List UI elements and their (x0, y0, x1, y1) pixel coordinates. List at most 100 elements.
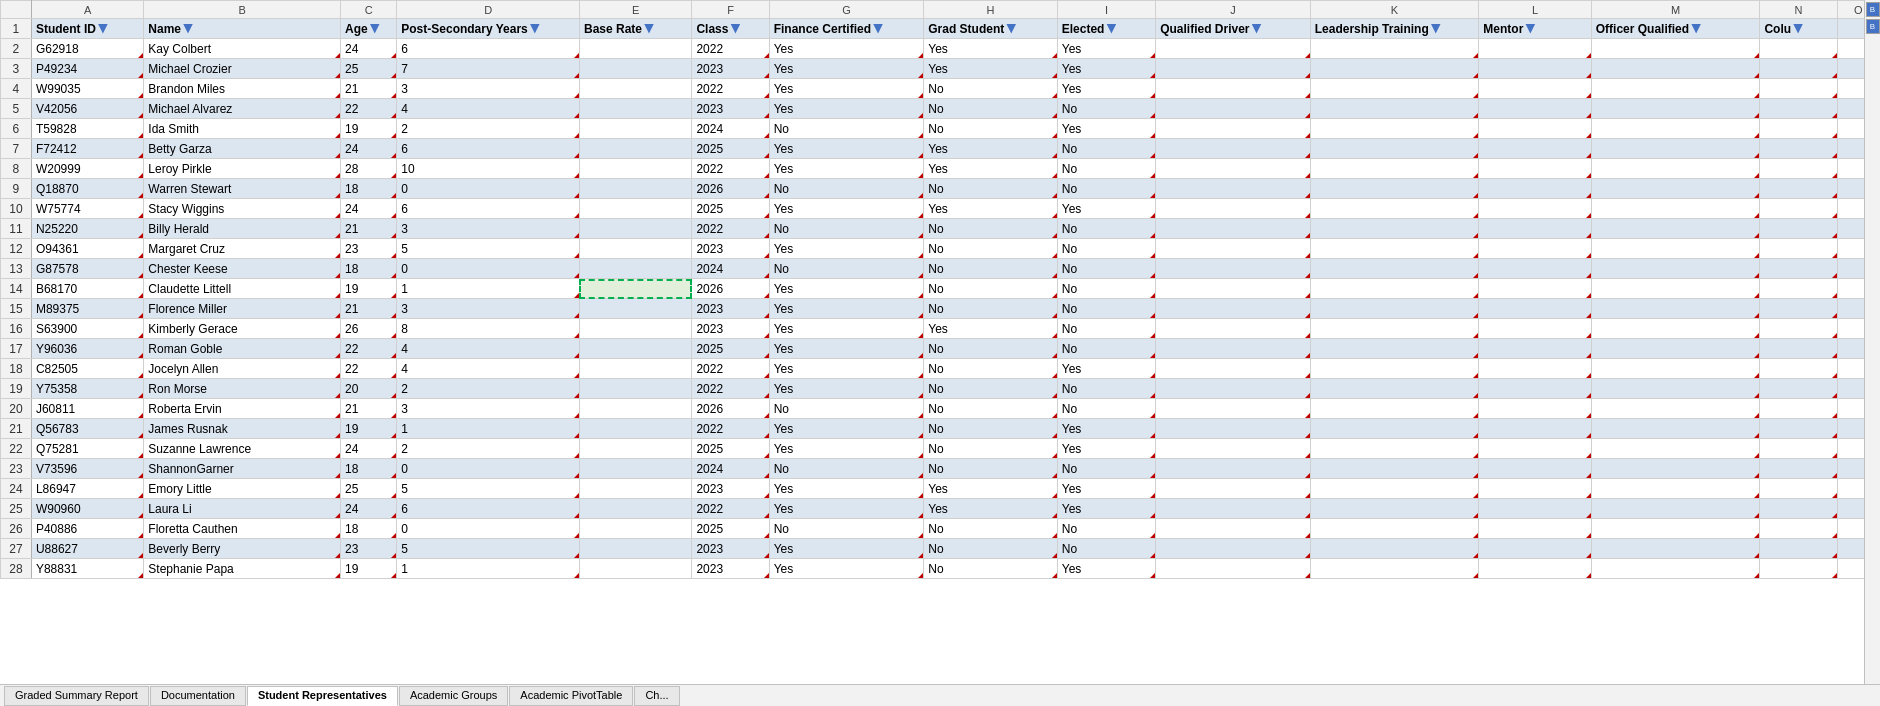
table-cell[interactable] (579, 459, 691, 479)
header-qualified-driver[interactable]: Qualified Driver (1156, 19, 1311, 39)
table-cell[interactable] (1310, 59, 1479, 79)
table-cell[interactable]: 22 (341, 339, 397, 359)
table-cell[interactable] (1156, 119, 1311, 139)
table-cell[interactable] (1156, 39, 1311, 59)
table-cell[interactable] (1310, 219, 1479, 239)
table-cell[interactable]: 2022 (692, 379, 769, 399)
table-cell[interactable] (1591, 199, 1760, 219)
table-cell[interactable]: C82505 (31, 359, 143, 379)
table-cell[interactable]: No (924, 359, 1058, 379)
table-cell[interactable]: 0 (397, 459, 580, 479)
table-cell[interactable]: Yes (769, 199, 924, 219)
tab-academic-pivot[interactable]: Academic PivotTable (509, 686, 633, 706)
tab-graded-summary[interactable]: Graded Summary Report (4, 686, 149, 706)
table-cell[interactable]: 3 (397, 299, 580, 319)
table-row[interactable]: 16S63900Kimberly Gerace2682023YesYesNo (1, 319, 1880, 339)
table-cell[interactable]: Brandon Miles (144, 79, 341, 99)
table-cell[interactable] (1310, 439, 1479, 459)
table-cell[interactable]: S63900 (31, 319, 143, 339)
table-cell[interactable]: Ida Smith (144, 119, 341, 139)
header-base-rate[interactable]: Base Rate (579, 19, 691, 39)
table-cell[interactable] (1591, 379, 1760, 399)
header-officer-qualified[interactable]: Officer Qualified (1591, 19, 1760, 39)
table-cell[interactable] (1310, 239, 1479, 259)
table-cell[interactable]: 2 (397, 439, 580, 459)
table-cell[interactable]: Yes (1057, 479, 1155, 499)
table-cell[interactable] (579, 539, 691, 559)
table-cell[interactable] (1310, 159, 1479, 179)
table-cell[interactable]: 19 (341, 419, 397, 439)
table-row[interactable]: 26P40886Floretta Cauthen1802025NoNoNo (1, 519, 1880, 539)
table-cell[interactable]: 4 (397, 99, 580, 119)
table-cell[interactable] (1310, 299, 1479, 319)
header-student-id[interactable]: Student ID (31, 19, 143, 39)
table-cell[interactable]: Yes (769, 139, 924, 159)
table-cell[interactable]: No (1057, 379, 1155, 399)
table-cell[interactable] (1310, 499, 1479, 519)
table-cell[interactable] (1310, 399, 1479, 419)
table-cell[interactable]: O94361 (31, 239, 143, 259)
table-cell[interactable]: Kay Colbert (144, 39, 341, 59)
table-cell[interactable]: No (769, 259, 924, 279)
table-cell[interactable]: 26 (341, 319, 397, 339)
table-row[interactable]: 14B68170Claudette Littell1912026YesNoNo (1, 279, 1880, 299)
table-cell[interactable]: No (769, 399, 924, 419)
table-cell[interactable] (1310, 279, 1479, 299)
table-cell[interactable] (1591, 239, 1760, 259)
table-cell[interactable] (1479, 139, 1591, 159)
table-cell[interactable] (1479, 259, 1591, 279)
table-cell[interactable] (1156, 479, 1311, 499)
table-row[interactable]: 28Y88831Stephanie Papa1912023YesNoYes (1, 559, 1880, 579)
table-cell[interactable]: 18 (341, 459, 397, 479)
table-cell[interactable]: Yes (769, 299, 924, 319)
table-cell[interactable] (1156, 159, 1311, 179)
table-cell[interactable] (1760, 59, 1837, 79)
table-cell[interactable] (1156, 219, 1311, 239)
table-cell[interactable] (1479, 379, 1591, 399)
table-cell[interactable] (1156, 339, 1311, 359)
table-cell[interactable] (1479, 399, 1591, 419)
table-cell[interactable]: Yes (924, 39, 1058, 59)
table-cell[interactable] (1156, 379, 1311, 399)
header-leadership-training[interactable]: Leadership Training (1310, 19, 1479, 39)
table-cell[interactable] (1310, 339, 1479, 359)
table-cell[interactable]: Y96036 (31, 339, 143, 359)
table-cell[interactable]: Jocelyn Allen (144, 359, 341, 379)
table-cell[interactable]: 24 (341, 499, 397, 519)
table-cell[interactable]: No (1057, 219, 1155, 239)
table-cell[interactable] (1591, 339, 1760, 359)
table-cell[interactable] (1760, 139, 1837, 159)
table-cell[interactable] (579, 159, 691, 179)
table-cell[interactable]: 0 (397, 519, 580, 539)
table-cell[interactable]: Stacy Wiggins (144, 199, 341, 219)
col-letter-K[interactable]: K (1310, 1, 1479, 19)
table-row[interactable]: 20J60811Roberta Ervin2132026NoNoNo (1, 399, 1880, 419)
table-cell[interactable]: Roman Goble (144, 339, 341, 359)
filter-arrow-icon[interactable] (1525, 24, 1535, 34)
table-cell[interactable] (1760, 539, 1837, 559)
table-cell[interactable]: V42056 (31, 99, 143, 119)
table-cell[interactable] (579, 299, 691, 319)
table-cell[interactable] (579, 219, 691, 239)
table-cell[interactable]: V73596 (31, 459, 143, 479)
table-cell[interactable] (579, 379, 691, 399)
table-cell[interactable]: 24 (341, 139, 397, 159)
table-cell[interactable] (1760, 379, 1837, 399)
filter-arrow-icon[interactable] (1431, 24, 1441, 34)
table-cell[interactable]: No (1057, 159, 1155, 179)
table-cell[interactable]: Yes (1057, 119, 1155, 139)
table-cell[interactable]: 2023 (692, 319, 769, 339)
table-cell[interactable] (1760, 479, 1837, 499)
table-row[interactable]: 13G87578Chester Keese1802024NoNoNo (1, 259, 1880, 279)
table-cell[interactable] (1760, 279, 1837, 299)
table-cell[interactable]: 23 (341, 239, 397, 259)
table-cell[interactable] (1591, 259, 1760, 279)
table-cell[interactable] (1760, 99, 1837, 119)
table-cell[interactable]: Yes (769, 339, 924, 359)
table-cell[interactable] (1591, 79, 1760, 99)
table-cell[interactable] (579, 479, 691, 499)
table-cell[interactable] (1760, 119, 1837, 139)
table-cell[interactable] (1479, 539, 1591, 559)
table-cell[interactable] (579, 519, 691, 539)
table-cell[interactable] (1156, 79, 1311, 99)
